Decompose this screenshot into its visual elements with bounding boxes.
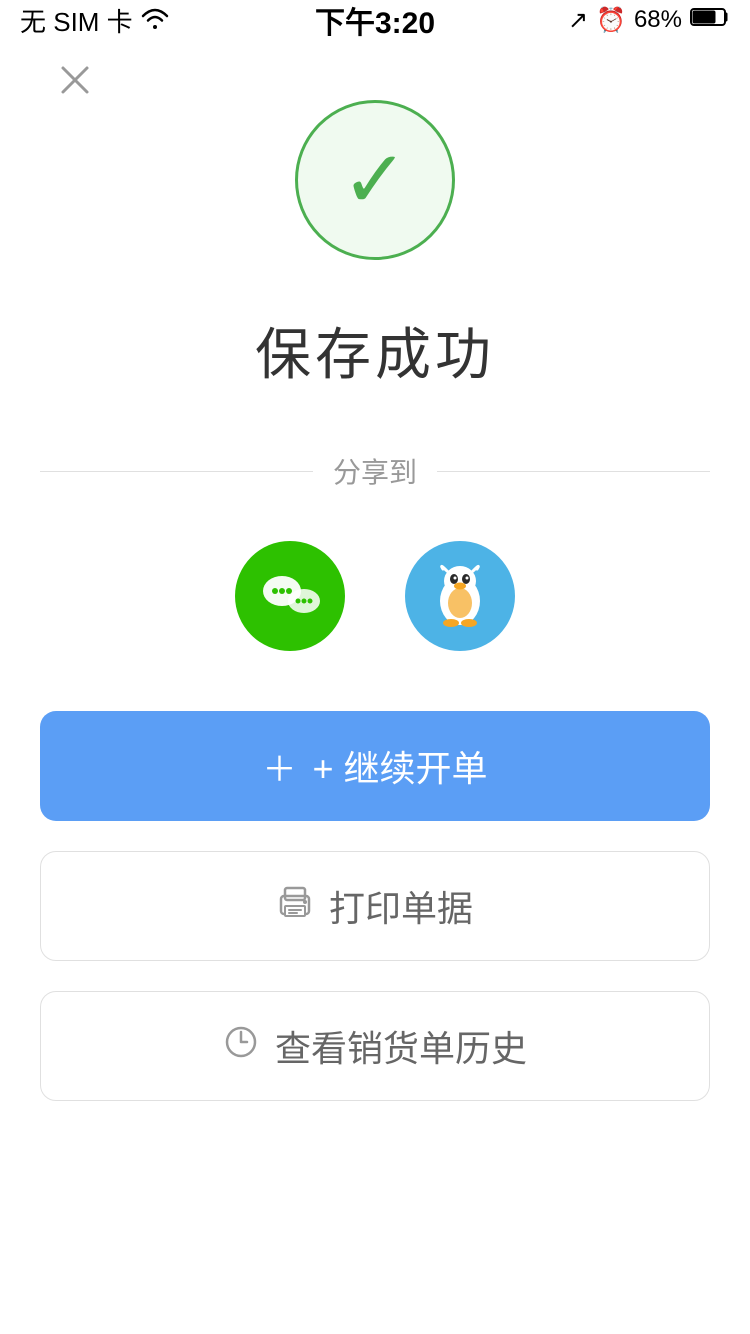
continue-order-label: + 继续开单 bbox=[312, 740, 487, 792]
close-button[interactable] bbox=[50, 55, 100, 105]
carrier-text: 无 SIM 卡 bbox=[20, 2, 133, 39]
print-icon bbox=[277, 884, 313, 929]
print-button[interactable]: 打印单据 bbox=[40, 851, 710, 961]
status-carrier: 无 SIM 卡 bbox=[20, 2, 169, 39]
main-content: ✓ 保存成功 分享到 bbox=[0, 40, 750, 1101]
location-icon: ↗ bbox=[568, 6, 588, 35]
share-section: 分享到 bbox=[0, 451, 750, 651]
status-right-group: ↗ ⏰ 68% bbox=[568, 6, 730, 35]
status-time: 下午3:20 bbox=[315, 0, 435, 42]
success-icon-circle: ✓ bbox=[295, 100, 455, 260]
qq-share-button[interactable] bbox=[405, 541, 515, 651]
wechat-share-button[interactable] bbox=[235, 541, 345, 651]
status-bar: 无 SIM 卡 下午3:20 ↗ ⏰ 68% bbox=[0, 0, 750, 40]
continue-order-button[interactable]: ＋ + 继续开单 bbox=[40, 711, 710, 821]
history-button[interactable]: 查看销货单历史 bbox=[40, 991, 710, 1101]
alarm-icon: ⏰ bbox=[596, 6, 626, 35]
print-label: 打印单据 bbox=[329, 880, 473, 932]
share-divider: 分享到 bbox=[40, 451, 710, 491]
battery-icon bbox=[690, 6, 730, 34]
share-label: 分享到 bbox=[333, 451, 417, 491]
success-title: 保存成功 bbox=[255, 310, 495, 391]
wifi-icon bbox=[141, 5, 169, 36]
checkmark-icon: ✓ bbox=[341, 140, 408, 220]
history-icon bbox=[223, 1024, 259, 1069]
plus-icon: ＋ bbox=[262, 742, 296, 791]
share-icons-row bbox=[40, 541, 710, 651]
battery-text: 68% bbox=[634, 6, 682, 34]
action-buttons: ＋ + 继续开单 打印单据 bbox=[0, 711, 750, 1101]
history-label: 查看销货单历史 bbox=[275, 1020, 527, 1072]
